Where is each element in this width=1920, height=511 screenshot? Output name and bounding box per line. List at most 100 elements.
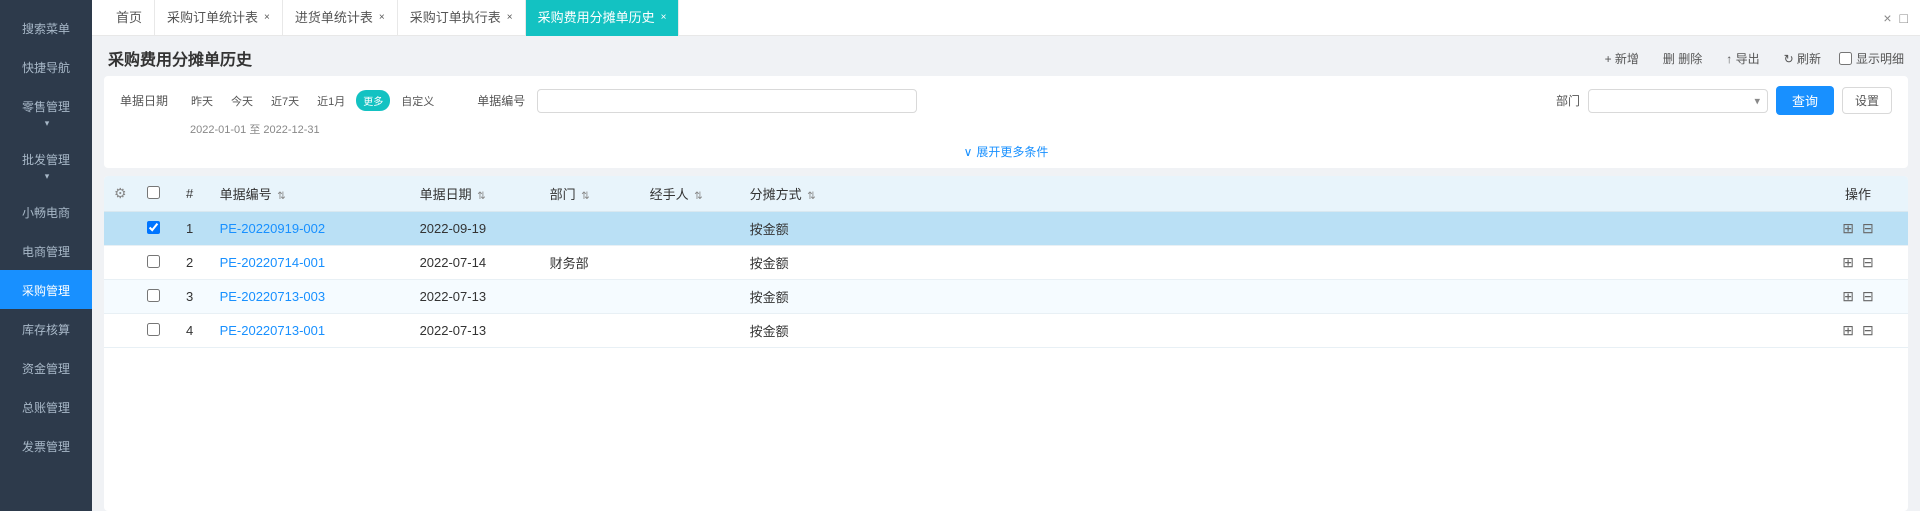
doc-num-link[interactable]: PE-20220713-001 [220,323,326,338]
doc-num-input[interactable] [537,89,917,113]
tab-bar: 首页采购订单统计表×进货单统计表×采购订单执行表×采购费用分摊单历史××□ [92,0,1920,36]
sidebar-item-finance[interactable]: 资金管理 [0,348,92,387]
row-checkbox[interactable] [147,255,160,268]
sidebar-item-label: 采购管理 [4,282,88,299]
row-checkbox[interactable] [147,289,160,302]
sort-icon-date[interactable]: ⇅ [477,191,485,202]
add-button[interactable]: + 新增 [1599,47,1645,70]
sidebar-item-invoice[interactable]: 发票管理 [0,426,92,465]
dept-label: 部门 [1556,92,1580,109]
row-split-method: 按金额 [740,246,1808,280]
date-btn-today[interactable]: 今天 [224,90,260,112]
query-button[interactable]: 查询 [1776,86,1834,115]
edit-icon[interactable]: ⊞ [1842,322,1854,339]
sort-icon-doc[interactable]: ⇅ [277,191,285,202]
show-cols-toggle[interactable]: 显示明细 [1839,50,1904,67]
close-icon[interactable]: × [379,0,385,36]
chevron-icon: ▾ [45,118,50,128]
sort-icon-split[interactable]: ⇅ [807,191,815,202]
page-title: 采购费用分摊单历史 [108,46,252,70]
row-checkbox[interactable] [147,323,160,336]
sidebar-item-retail[interactable]: 零售管理 ▾ [0,86,92,139]
maximize-icon[interactable]: □ [1900,10,1908,26]
gear-icon[interactable]: ⚙ [114,185,127,201]
sidebar-item-ecommerce[interactable]: 电商管理 [0,231,92,270]
sort-icon-dept[interactable]: ⇅ [581,191,589,202]
row-date: 2022-09-19 [410,212,540,246]
detail-icon[interactable]: ⊟ [1862,254,1874,271]
row-person [640,280,740,314]
filter-expand-row: ∨ 展开更多条件 [120,141,1892,162]
row-person [640,246,740,280]
delete-button[interactable]: 删 删除 [1657,47,1708,70]
sort-icon-person[interactable]: ⇅ [694,191,702,202]
table-wrap: ⚙ # 单据编号 ⇅ 单据日期 ⇅ 部门 [104,176,1908,511]
sidebar-item-label: 零售管理 [4,98,88,115]
col-split-label: 分摊方式 [750,187,802,202]
doc-num-group: 单据编号 [457,89,1540,113]
export-button[interactable]: ↑ 导出 [1720,47,1765,70]
table-row[interactable]: 4 PE-20220713-001 2022-07-13 按金额 ⊞ ⊟ [104,314,1908,348]
chevron-icon: ▾ [45,171,50,181]
tab-purchase-order-stats[interactable]: 采购订单统计表× [155,0,283,36]
tab-purchase-order-exec[interactable]: 采购订单执行表× [398,0,526,36]
detail-icon[interactable]: ⊟ [1862,220,1874,237]
row-dept: 财务部 [540,246,640,280]
table-row[interactable]: 1 PE-20220919-002 2022-09-19 按金额 ⊞ ⊟ [104,212,1908,246]
dept-select[interactable] [1588,89,1768,113]
col-header-check [137,176,170,212]
row-settings-cell [104,246,137,280]
ops-icons: ⊞ ⊟ [1818,322,1898,339]
expand-button[interactable]: ∨ 展开更多条件 [956,141,1057,162]
select-all-checkbox[interactable] [147,186,160,199]
edit-icon[interactable]: ⊞ [1842,254,1854,271]
row-num: 4 [170,314,210,348]
detail-icon[interactable]: ⊟ [1862,322,1874,339]
sidebar-item-mini-shop[interactable]: 小畅电商 [0,192,92,231]
col-doc-label: 单据编号 [220,187,272,202]
sidebar-item-purchase[interactable]: 采购管理 [0,270,92,309]
col-date-label: 单据日期 [420,187,472,202]
date-btn-1month[interactable]: 近1月 [310,90,352,112]
edit-icon[interactable]: ⊞ [1842,288,1854,305]
tab-label: 首页 [116,0,142,36]
date-btn-more[interactable]: 更多 [356,90,390,111]
table-row[interactable]: 2 PE-20220714-001 2022-07-14 财务部 按金额 ⊞ ⊟ [104,246,1908,280]
tab-purchase-goods-stats[interactable]: 进货单统计表× [283,0,398,36]
sidebar-item-quick-nav[interactable]: 快捷导航 [0,47,92,86]
close-tab-icon[interactable]: × [1883,10,1891,26]
sidebar-item-search[interactable]: 搜索菜单 [0,8,92,47]
sidebar-item-inventory[interactable]: 库存核算 [0,309,92,348]
sidebar-item-ledger[interactable]: 总账管理 [0,387,92,426]
close-icon[interactable]: × [661,0,667,36]
refresh-button[interactable]: ↻ 刷新 [1778,47,1827,70]
sidebar-item-wholesale[interactable]: 批发管理▾ [0,139,92,192]
close-icon[interactable]: × [264,0,270,36]
edit-icon[interactable]: ⊞ [1842,220,1854,237]
filter-row-1: 单据日期 昨天 今天 近7天 近1月 更多 自定义 单据编号 部门 [120,86,1892,115]
row-num: 2 [170,246,210,280]
tab-label: 采购订单统计表 [167,0,258,36]
date-btn-7days[interactable]: 近7天 [264,90,306,112]
col-header-doc-num: 单据编号 ⇅ [210,176,410,212]
close-icon[interactable]: × [507,0,513,36]
tab-purchase-cost-history[interactable]: 采购费用分摊单历史× [526,0,680,36]
sidebar-item-label: 资金管理 [4,360,88,377]
detail-icon[interactable]: ⊟ [1862,288,1874,305]
table-row[interactable]: 3 PE-20220713-003 2022-07-13 按金额 ⊞ ⊟ [104,280,1908,314]
doc-num-link[interactable]: PE-20220919-002 [220,221,326,236]
tab-home[interactable]: 首页 [104,0,155,36]
row-checkbox[interactable] [147,221,160,234]
date-range-text: 2022-01-01 至 2022-12-31 [190,124,320,136]
date-btn-yesterday[interactable]: 昨天 [184,90,220,112]
tab-label: 采购费用分摊单历史 [538,0,655,36]
data-table: ⚙ # 单据编号 ⇅ 单据日期 ⇅ 部门 [104,176,1908,348]
doc-num-link[interactable]: PE-20220714-001 [220,255,326,270]
row-split-method: 按金额 [740,314,1808,348]
ops-icons: ⊞ ⊟ [1818,220,1898,237]
show-cols-checkbox[interactable] [1839,52,1852,65]
settings-button[interactable]: 设置 [1842,87,1892,114]
dept-group: 部门 查询 设置 [1556,86,1892,115]
date-btn-custom[interactable]: 自定义 [394,90,441,112]
doc-num-link[interactable]: PE-20220713-003 [220,289,326,304]
